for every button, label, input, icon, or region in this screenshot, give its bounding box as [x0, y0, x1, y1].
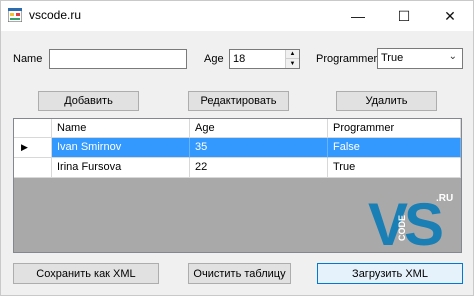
close-icon: ✕ — [444, 7, 456, 24]
age-label: Age — [204, 53, 224, 65]
title-bar[interactable]: vscode.ru — ☐ ✕ — [1, 1, 473, 31]
table-row[interactable]: Irina Fursova 22 True — [14, 158, 461, 178]
cell-name[interactable]: Ivan Smirnov — [52, 138, 190, 158]
logo-side-text: CODE — [397, 215, 407, 241]
age-value: 18 — [233, 53, 246, 65]
minimize-button[interactable]: — — [335, 1, 381, 31]
window-title: vscode.ru — [29, 8, 82, 22]
cell-name[interactable]: Irina Fursova — [52, 158, 190, 178]
table-row[interactable]: ▶ Ivan Smirnov 35 False — [14, 138, 461, 158]
row-header[interactable] — [14, 158, 52, 178]
chevron-down-icon[interactable]: ⌄ — [449, 51, 457, 62]
cell-age[interactable]: 35 — [190, 138, 328, 158]
add-button[interactable]: Добавить — [38, 91, 139, 111]
close-button[interactable]: ✕ — [427, 1, 473, 31]
delete-button[interactable]: Удалить — [336, 91, 437, 111]
clear-table-button[interactable]: Очистить таблицу — [188, 263, 291, 284]
programmer-select-value: True — [381, 52, 404, 64]
programmer-label: Programmer — [316, 53, 378, 65]
spin-down-icon[interactable]: ▼ — [286, 59, 299, 68]
programmer-select[interactable]: True ⌄ — [377, 48, 463, 69]
name-input[interactable] — [49, 49, 187, 69]
load-xml-button[interactable]: Загрузить XML — [317, 263, 463, 284]
cell-programmer[interactable]: False — [328, 138, 461, 158]
vscode-logo: VS CODE .RU — [368, 191, 453, 249]
column-header-programmer[interactable]: Programmer — [328, 119, 461, 138]
current-row-icon: ▶ — [21, 142, 28, 152]
save-xml-button[interactable]: Сохранить как XML — [13, 263, 159, 284]
column-header-name[interactable]: Name — [52, 119, 190, 138]
edit-button[interactable]: Редактировать — [188, 91, 289, 111]
maximize-icon: ☐ — [397, 7, 411, 24]
grid-corner-header[interactable] — [14, 119, 52, 138]
app-icon — [8, 8, 22, 22]
age-stepper[interactable]: 18 ▲ ▼ — [229, 49, 300, 69]
cell-age[interactable]: 22 — [190, 158, 328, 178]
row-header[interactable]: ▶ — [14, 138, 52, 158]
app-window: vscode.ru — ☐ ✕ Name Age 18 ▲ ▼ Programm… — [0, 0, 474, 296]
minimize-icon: — — [351, 8, 365, 24]
cell-programmer[interactable]: True — [328, 158, 461, 178]
spin-up-icon[interactable]: ▲ — [286, 50, 299, 59]
age-spin-buttons[interactable]: ▲ ▼ — [285, 50, 299, 68]
logo-suffix-text: .RU — [436, 193, 453, 204]
maximize-button[interactable]: ☐ — [381, 1, 427, 31]
column-header-age[interactable]: Age — [190, 119, 328, 138]
name-label: Name — [13, 53, 43, 65]
